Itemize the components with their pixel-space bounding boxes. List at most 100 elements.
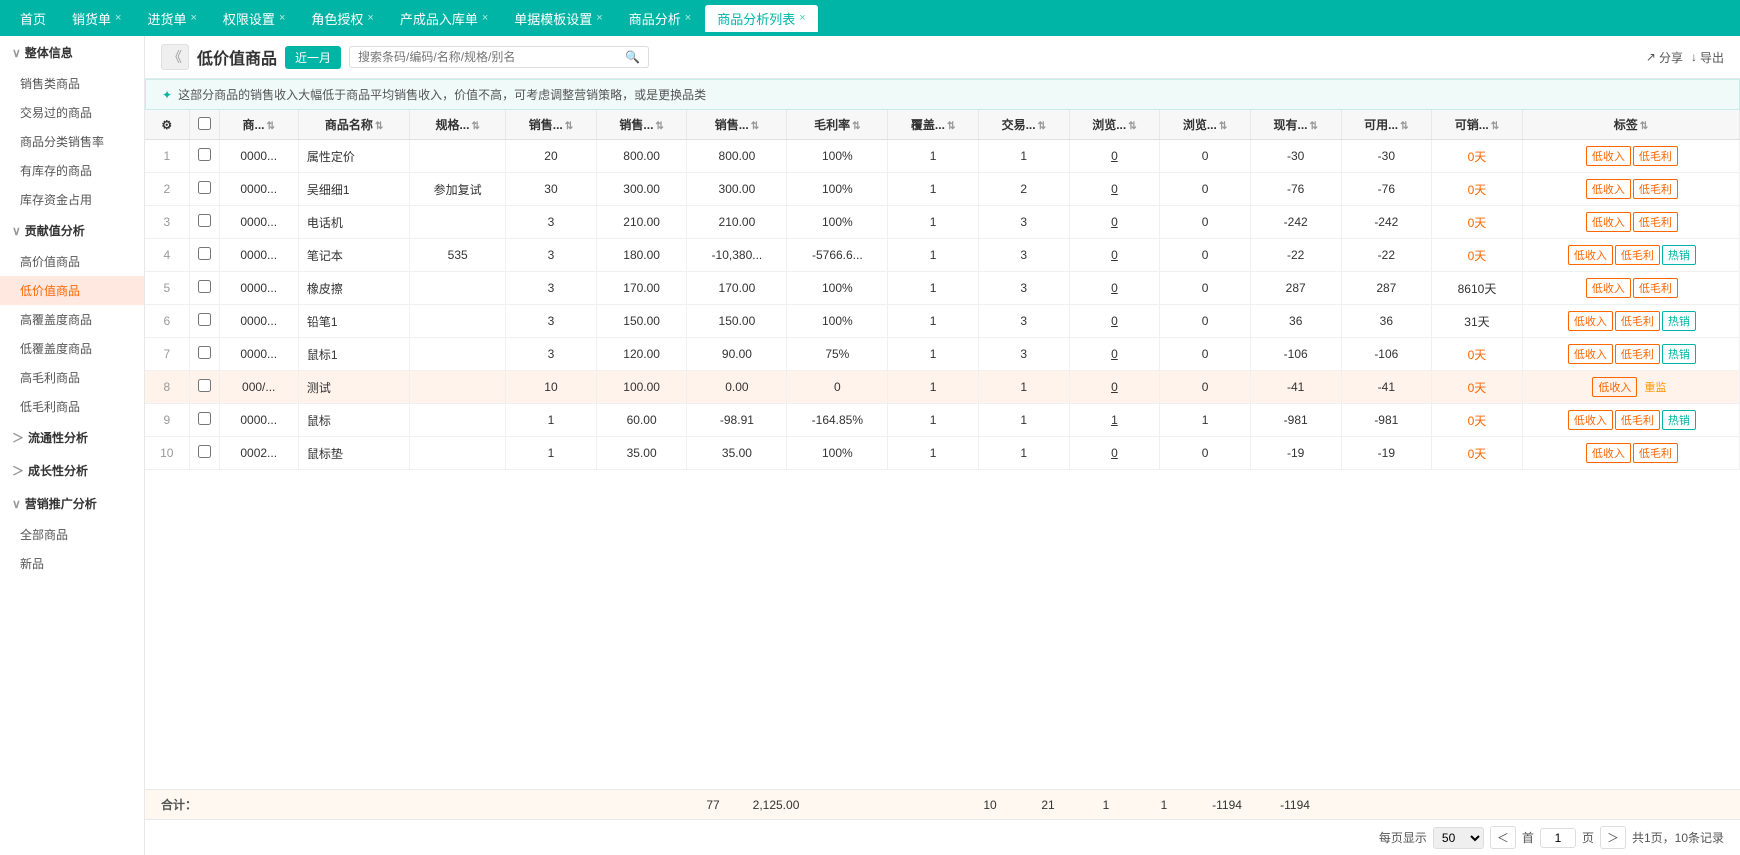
col-sale-amount[interactable]: 销售...⇅ <box>596 110 687 140</box>
nav-template-close[interactable]: × <box>596 12 602 24</box>
nav-product-in[interactable]: 产成品入库单 × <box>388 5 500 32</box>
sidebar-group-marketing[interactable]: ∨营销推广分析 <box>0 487 144 520</box>
nav-home[interactable]: 首页 <box>8 5 58 32</box>
nav-goods-analysis[interactable]: 商品分析 × <box>617 5 703 32</box>
browse1-value[interactable]: 0 <box>1111 215 1118 229</box>
row-checkbox[interactable] <box>198 247 211 260</box>
search-icon[interactable]: 🔍 <box>625 50 640 64</box>
col-available[interactable]: 可用...⇅ <box>1341 110 1432 140</box>
cell-checkbox[interactable] <box>189 173 219 206</box>
cell-checkbox[interactable] <box>189 272 219 305</box>
col-checkbox[interactable] <box>189 110 219 140</box>
sidebar-item-high-margin[interactable]: 高毛利商品 <box>0 363 144 392</box>
browse1-value[interactable]: 0 <box>1111 314 1118 328</box>
nav-purchase[interactable]: 进货单 × <box>135 5 208 32</box>
cell-browse1[interactable]: 0 <box>1069 305 1160 338</box>
col-current-stock[interactable]: 现有...⇅ <box>1250 110 1341 140</box>
nav-goods-close[interactable]: × <box>685 12 691 24</box>
browse1-value[interactable]: 0 <box>1111 380 1118 394</box>
sidebar-item-high-value[interactable]: 高价值商品 <box>0 247 144 276</box>
cell-checkbox[interactable] <box>189 437 219 470</box>
sidebar-item-high-coverage[interactable]: 高覆盖度商品 <box>0 305 144 334</box>
filter-month-button[interactable]: 近一月 <box>285 46 341 69</box>
browse1-value[interactable]: 0 <box>1111 446 1118 460</box>
per-page-select[interactable]: 50 100 200 <box>1433 827 1484 849</box>
cell-browse1[interactable]: 0 <box>1069 239 1160 272</box>
browse1-value[interactable]: 0 <box>1111 281 1118 295</box>
sidebar-group-overall[interactable]: ∨整体信息 <box>0 36 144 69</box>
nav-purchase-close[interactable]: × <box>190 12 196 24</box>
col-tags[interactable]: 标签⇅ <box>1522 110 1739 140</box>
cell-checkbox[interactable] <box>189 305 219 338</box>
nav-goods-list[interactable]: 商品分析列表 × <box>705 5 817 32</box>
nav-product-in-close[interactable]: × <box>482 12 488 24</box>
cell-checkbox[interactable] <box>189 206 219 239</box>
select-all-checkbox[interactable] <box>198 117 211 130</box>
sidebar-group-contribution[interactable]: ∨贡献值分析 <box>0 214 144 247</box>
row-checkbox[interactable] <box>198 148 211 161</box>
col-coverage[interactable]: 覆盖...⇅ <box>888 110 979 140</box>
cell-browse1[interactable]: 0 <box>1069 338 1160 371</box>
export-button[interactable]: ↓ 导出 <box>1691 49 1724 66</box>
row-checkbox[interactable] <box>198 214 211 227</box>
browse1-value[interactable]: 0 <box>1111 248 1118 262</box>
col-settings[interactable]: ⚙ <box>145 110 189 140</box>
row-checkbox[interactable] <box>198 445 211 458</box>
sidebar-item-low-margin[interactable]: 低毛利商品 <box>0 392 144 421</box>
row-checkbox[interactable] <box>198 346 211 359</box>
col-code[interactable]: 商...⇅ <box>219 110 298 140</box>
sidebar-group-flow[interactable]: ＞流通性分析 <box>0 421 144 454</box>
sidebar-item-sales-goods[interactable]: 销售类商品 <box>0 69 144 98</box>
sidebar-item-stock-capital[interactable]: 库存资金占用 <box>0 185 144 214</box>
cell-checkbox[interactable] <box>189 371 219 404</box>
cell-browse1[interactable]: 0 <box>1069 173 1160 206</box>
sidebar-item-category-sales[interactable]: 商品分类销售率 <box>0 127 144 156</box>
sidebar-item-stock-goods[interactable]: 有库存的商品 <box>0 156 144 185</box>
cell-browse1[interactable]: 0 <box>1069 206 1160 239</box>
browse1-value[interactable]: 0 <box>1111 149 1118 163</box>
cell-browse1[interactable]: 1 <box>1069 404 1160 437</box>
sidebar-group-growth[interactable]: ＞成长性分析 <box>0 454 144 487</box>
row-checkbox[interactable] <box>198 181 211 194</box>
col-gross-margin[interactable]: 毛利率⇅ <box>787 110 888 140</box>
col-sale-price[interactable]: 销售...⇅ <box>687 110 787 140</box>
cell-browse1[interactable]: 0 <box>1069 140 1160 173</box>
cell-browse1[interactable]: 0 <box>1069 272 1160 305</box>
share-button[interactable]: ↗ 分享 <box>1646 49 1683 66</box>
nav-sales[interactable]: 销货单 × <box>60 5 133 32</box>
sidebar-item-low-coverage[interactable]: 低覆盖度商品 <box>0 334 144 363</box>
nav-goods-list-close[interactable]: × <box>799 12 805 24</box>
col-sale-qty[interactable]: 销售...⇅ <box>506 110 597 140</box>
prev-page-button[interactable]: ＜ <box>1490 826 1516 849</box>
sidebar-item-traded-goods[interactable]: 交易过的商品 <box>0 98 144 127</box>
cell-browse1[interactable]: 0 <box>1069 371 1160 404</box>
col-name[interactable]: 商品名称⇅ <box>298 110 409 140</box>
sidebar-item-new-goods[interactable]: 新品 <box>0 549 144 578</box>
nav-role-close[interactable]: × <box>367 12 373 24</box>
row-checkbox[interactable] <box>198 313 211 326</box>
nav-template[interactable]: 单据模板设置 × <box>502 5 614 32</box>
next-page-button[interactable]: ＞ <box>1600 826 1626 849</box>
browse1-value[interactable]: 0 <box>1111 347 1118 361</box>
sidebar-item-low-value[interactable]: 低价值商品 <box>0 276 144 305</box>
browse1-value[interactable]: 0 <box>1111 182 1118 196</box>
row-checkbox[interactable] <box>198 379 211 392</box>
cell-checkbox[interactable] <box>189 404 219 437</box>
cell-checkbox[interactable] <box>189 239 219 272</box>
col-transaction[interactable]: 交易...⇅ <box>978 110 1069 140</box>
row-checkbox[interactable] <box>198 280 211 293</box>
col-saleable[interactable]: 可销...⇅ <box>1432 110 1523 140</box>
col-browse1[interactable]: 浏览...⇅ <box>1069 110 1160 140</box>
cell-browse1[interactable]: 0 <box>1069 437 1160 470</box>
sidebar-item-all-goods[interactable]: 全部商品 <box>0 520 144 549</box>
nav-permission[interactable]: 权限设置 × <box>211 5 297 32</box>
page-number-input[interactable] <box>1540 828 1576 848</box>
col-spec[interactable]: 规格...⇅ <box>410 110 506 140</box>
nav-sales-close[interactable]: × <box>115 12 121 24</box>
cell-checkbox[interactable] <box>189 140 219 173</box>
col-browse2[interactable]: 浏览...⇅ <box>1160 110 1251 140</box>
row-checkbox[interactable] <box>198 412 211 425</box>
nav-role[interactable]: 角色授权 × <box>299 5 385 32</box>
collapse-sidebar-button[interactable]: 《 <box>161 44 189 70</box>
nav-permission-close[interactable]: × <box>279 12 285 24</box>
